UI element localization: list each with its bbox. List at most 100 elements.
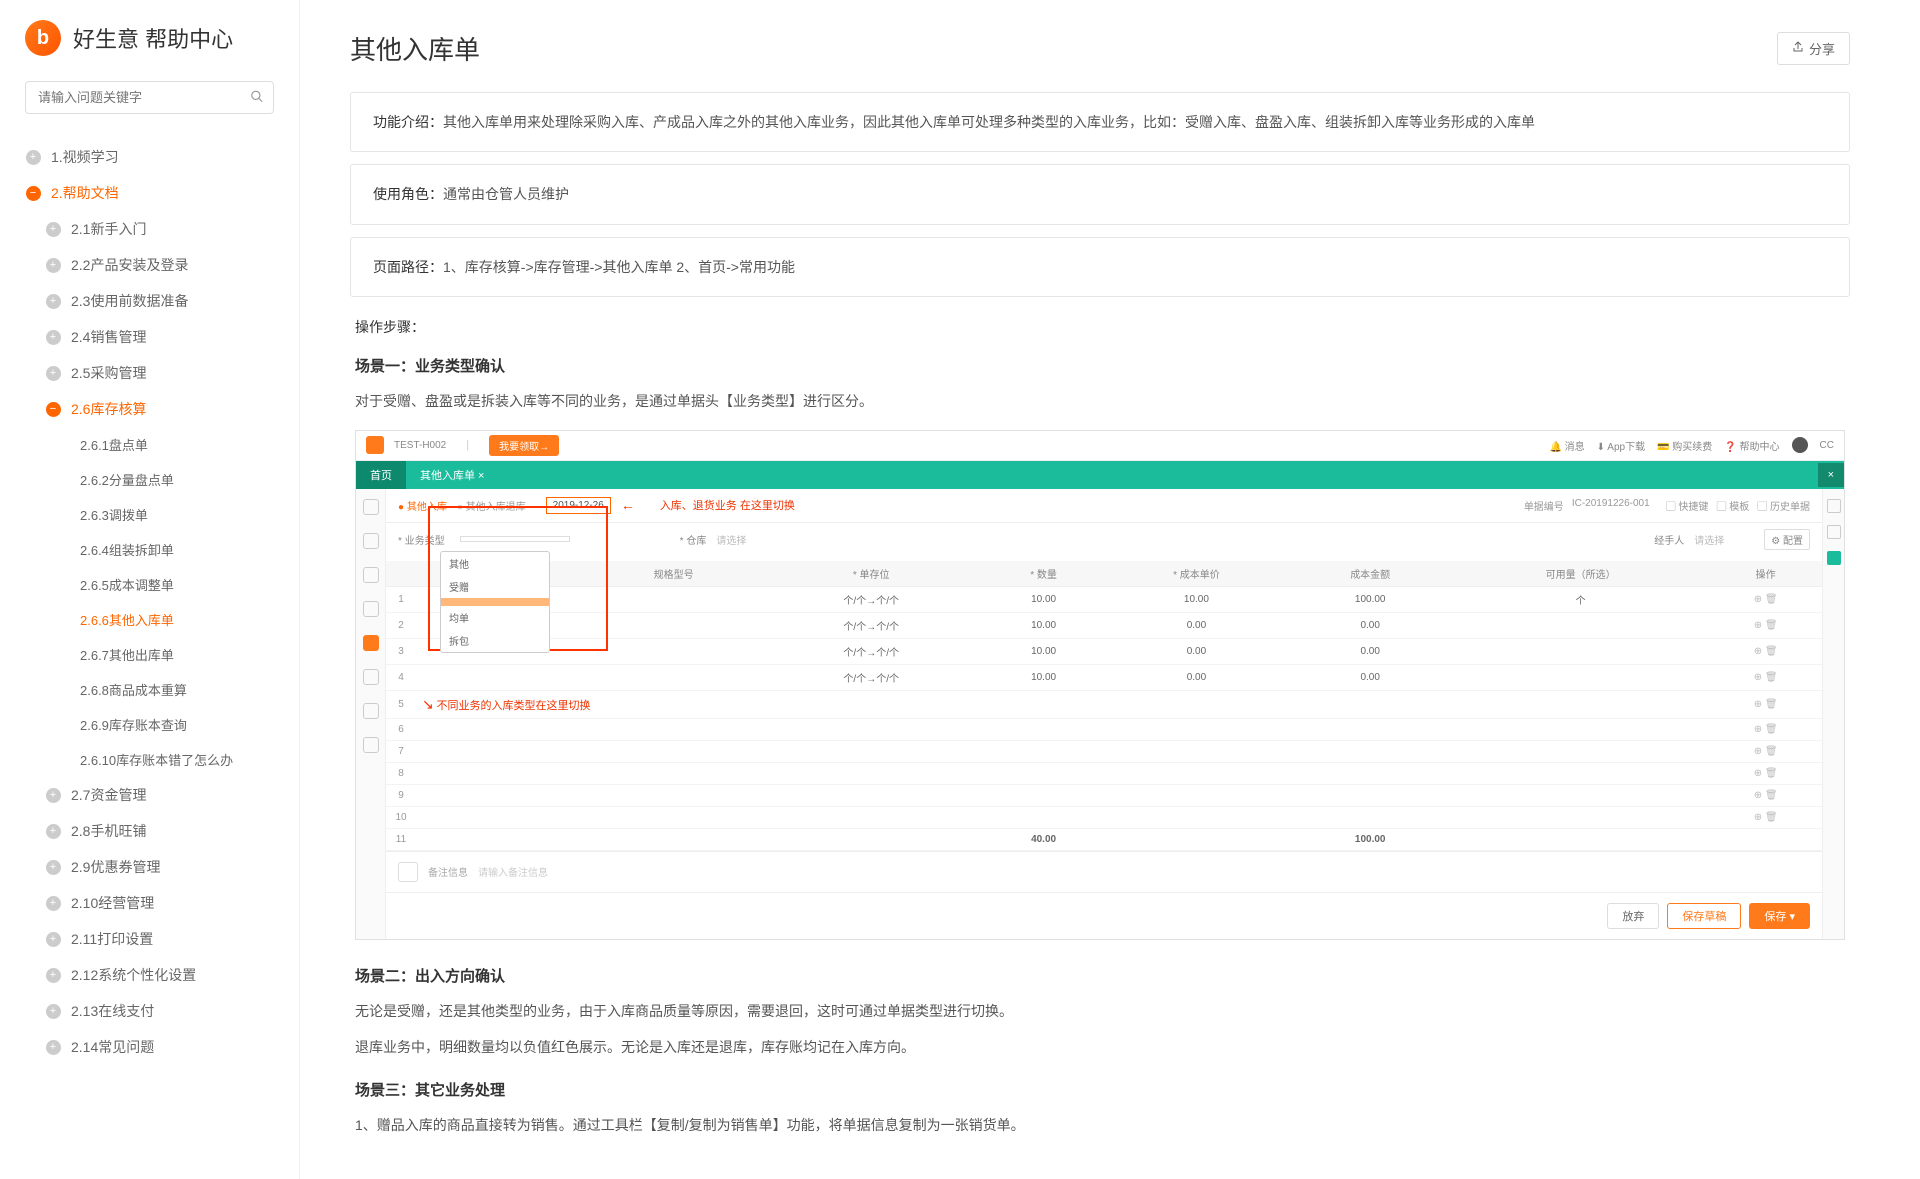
- nav-item[interactable]: +2.8手机旺铺: [25, 813, 274, 849]
- nav-item[interactable]: +2.4销售管理: [25, 319, 274, 355]
- ss-top-link: CC: [1820, 440, 1834, 451]
- ss-table-row: 5↘ 不同业务的入库类型在这里切换⊕ 🗑: [386, 690, 1822, 718]
- sidebar: b 好生意 帮助中心 +1.视频学习−2.帮助文档 +2.1新手入门+2.2产品…: [0, 0, 300, 1179]
- ss-top-link: 🔔 消息: [1549, 438, 1584, 453]
- nav-item[interactable]: 2.6.5成本调整单: [25, 567, 274, 602]
- nav-item-label: 2.6.3调拨单: [80, 505, 148, 524]
- ss-nav-icon: [363, 601, 379, 617]
- ss-close-icon: ×: [1818, 463, 1844, 487]
- ss-tool-icon: [1827, 499, 1841, 513]
- nav-item-label: 2.6.5成本调整单: [80, 575, 174, 594]
- scene2-title: 场景二：出入方向确认: [355, 965, 1845, 986]
- search-icon[interactable]: [250, 89, 264, 106]
- ss-th: [386, 561, 416, 587]
- nav-item[interactable]: 2.6.2分量盘点单: [25, 462, 274, 497]
- nav-item[interactable]: 2.6.1盘点单: [25, 427, 274, 462]
- site-title: 好生意 帮助中心: [73, 22, 233, 54]
- ss-note-ph: 请输入备注信息: [478, 864, 548, 879]
- ss-tool-link: ▢ 历史单据: [1757, 502, 1810, 513]
- ss-table-row: 9⊕ 🗑: [386, 784, 1822, 806]
- ss-table: 商品编号规格型号* 单存位* 数量* 成本单价成本金额可用量（所选）操作 1个/…: [386, 561, 1822, 851]
- share-icon: [1792, 41, 1804, 56]
- ss-tool-icon-active: [1827, 551, 1841, 565]
- nav-item-label: 2.6库存核算: [71, 399, 146, 419]
- nav-item[interactable]: 2.6.9库存账本查询: [25, 707, 274, 742]
- nav-item-label: 2.4销售管理: [71, 327, 146, 347]
- ss-table-row: 4个/个→个/个10.000.000.00⊕ 🗑: [386, 664, 1822, 690]
- plus-circle-icon: +: [45, 967, 61, 983]
- plus-circle-icon: +: [45, 931, 61, 947]
- nav-item[interactable]: 2.6.6其他入库单: [25, 602, 274, 637]
- ss-doc-no: IC-20191226-001: [1572, 498, 1650, 513]
- nav-item[interactable]: +2.13在线支付: [25, 993, 274, 1029]
- minus-circle-icon: −: [25, 185, 41, 201]
- nav-item[interactable]: +2.10经营管理: [25, 885, 274, 921]
- ss-radio1: ● 其他入库: [398, 498, 447, 513]
- nav-item[interactable]: +2.11打印设置: [25, 921, 274, 957]
- ss-table-row: 7⊕ 🗑: [386, 740, 1822, 762]
- ss-footer-button: 放弃: [1607, 903, 1659, 929]
- nav-item-label: 2.2产品安装及登录: [71, 255, 188, 275]
- nav-item[interactable]: 2.6.3调拨单: [25, 497, 274, 532]
- nav-item[interactable]: +2.5采购管理: [25, 355, 274, 391]
- steps-label: 操作步骤：: [355, 317, 1845, 337]
- nav-item[interactable]: −2.帮助文档: [25, 175, 274, 211]
- ss-nav-icon: [363, 737, 379, 753]
- ss-top-title: TEST-H002: [394, 440, 446, 451]
- ss-logo-icon: [366, 436, 384, 454]
- ss-dropdown-option: 拆包: [441, 629, 549, 652]
- ss-date: 2019-12-26: [546, 497, 611, 514]
- nav-item-label: 1.视频学习: [51, 147, 119, 167]
- nav-item-label: 2.6.9库存账本查询: [80, 715, 187, 734]
- nav-item-label: 2.6.4组装拆卸单: [80, 540, 174, 559]
- ss-wh-ph: 请选择: [716, 532, 746, 547]
- nav-item[interactable]: 2.6.4组装拆卸单: [25, 532, 274, 567]
- nav-item[interactable]: +2.1新手入门: [25, 211, 274, 247]
- ss-nav-icon: [363, 567, 379, 583]
- nav-item-label: 2.6.7其他出库单: [80, 645, 174, 664]
- plus-circle-icon: +: [25, 149, 41, 165]
- info-role-label: 使用角色：: [373, 186, 443, 202]
- nav-item-label: 2.6.2分量盘点单: [80, 470, 174, 489]
- nav-item[interactable]: +2.14常见问题: [25, 1029, 274, 1065]
- ss-nav-icon: [363, 669, 379, 685]
- nav-item[interactable]: −2.6库存核算: [25, 391, 274, 427]
- nav-item-label: 2.3使用前数据准备: [71, 291, 188, 311]
- nav-item[interactable]: +1.视频学习: [25, 139, 274, 175]
- info-intro-label: 功能介绍：: [373, 114, 443, 130]
- info-role: 使用角色：通常由仓管人员维护: [350, 164, 1850, 224]
- nav-item-label: 2.9优惠券管理: [71, 857, 160, 877]
- scene2-text2: 退库业务中，明细数量均以负值红色展示。无论是入库还是退库，库存账均记在入库方向。: [355, 1034, 1845, 1061]
- nav-item-label: 2.10经营管理: [71, 893, 154, 913]
- nav-item[interactable]: +2.9优惠券管理: [25, 849, 274, 885]
- share-label: 分享: [1809, 39, 1835, 58]
- nav-item[interactable]: 2.6.8商品成本重算: [25, 672, 274, 707]
- info-path-text: 1、库存核算->库存管理->其他入库单 2、首页->常用功能: [443, 259, 795, 275]
- nav-item[interactable]: 2.6.10库存账本错了怎么办: [25, 742, 274, 777]
- nav-item[interactable]: +2.7资金管理: [25, 777, 274, 813]
- scene2-text1: 无论是受赠，还是其他类型的业务，由于入库商品质量等原因，需要退回，这时可通过单据…: [355, 998, 1845, 1025]
- plus-circle-icon: +: [45, 365, 61, 381]
- info-role-text: 通常由仓管人员维护: [443, 186, 569, 202]
- nav-item-label: 2.7资金管理: [71, 785, 146, 805]
- ss-arrow1-icon: ←: [621, 497, 635, 513]
- ss-tab-home: 首页: [356, 461, 406, 489]
- logo-icon: b: [25, 20, 61, 56]
- ss-note-icon: [398, 862, 418, 882]
- ss-table-row: 3个/个→个/个10.000.000.00⊕ 🗑: [386, 638, 1822, 664]
- share-button[interactable]: 分享: [1777, 32, 1850, 65]
- nav-item[interactable]: +2.12系统个性化设置: [25, 957, 274, 993]
- search-input[interactable]: [25, 81, 274, 114]
- plus-circle-icon: +: [45, 221, 61, 237]
- plus-circle-icon: +: [45, 329, 61, 345]
- ss-radio2: ○ 其他入库退库: [457, 498, 526, 513]
- nav-item[interactable]: +2.3使用前数据准备: [25, 283, 274, 319]
- ss-tool-icon: [1827, 525, 1841, 539]
- ss-dropdown-option: [441, 598, 549, 606]
- ss-top-link: ❓ 帮助中心: [1724, 438, 1779, 453]
- screenshot-image: TEST-H002 | 我要领取→ 🔔 消息⬇ App下载💳 购买续费❓ 帮助中…: [355, 430, 1845, 940]
- info-path-label: 页面路径：: [373, 259, 443, 275]
- nav-item[interactable]: +2.2产品安装及登录: [25, 247, 274, 283]
- ss-dropdown-option: 其他: [441, 552, 549, 575]
- nav-item[interactable]: 2.6.7其他出库单: [25, 637, 274, 672]
